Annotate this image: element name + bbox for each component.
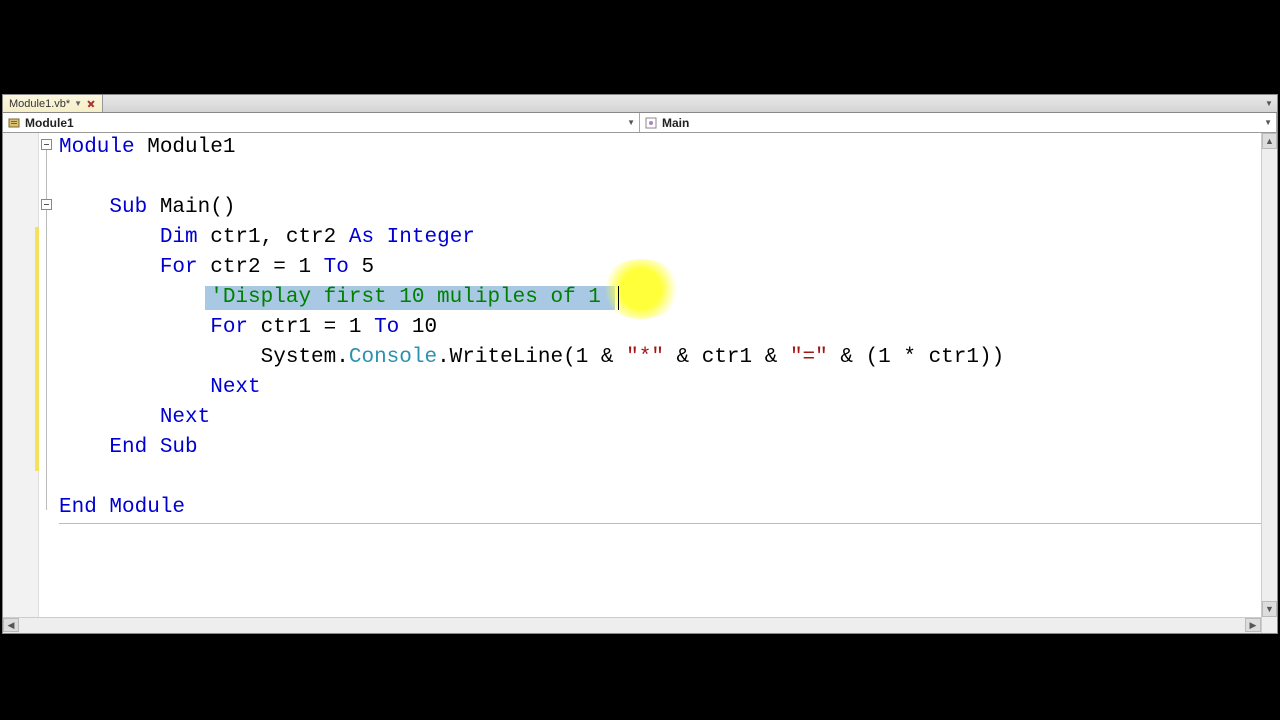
- code-line: System.Console.WriteLine(1 & "*" & ctr1 …: [59, 343, 1277, 373]
- collapse-toggle-icon[interactable]: [41, 139, 52, 150]
- scroll-down-icon[interactable]: ▼: [1262, 601, 1277, 617]
- tabstrip-overflow-icon[interactable]: ▼: [1263, 97, 1275, 109]
- navigation-bar: Module1 ▼ Main ▼: [3, 113, 1277, 133]
- editor-margin: [3, 133, 39, 633]
- member-selector-label: Main: [662, 116, 689, 130]
- code-line: Next: [59, 403, 1277, 433]
- scroll-left-icon[interactable]: ◀: [3, 618, 19, 632]
- file-tab-strip: Module1.vb* ▼ ▼: [3, 95, 1277, 113]
- code-editor[interactable]: Module Module1 Sub Main() Dim ctr1, ctr2…: [3, 133, 1277, 633]
- chevron-down-icon: ▼: [627, 118, 635, 127]
- code-line: [59, 463, 1277, 493]
- scroll-right-icon[interactable]: ▶: [1245, 618, 1261, 632]
- horizontal-scrollbar[interactable]: ◀ ▶: [3, 617, 1261, 633]
- file-tab-module1[interactable]: Module1.vb* ▼: [3, 95, 103, 112]
- collapse-toggle-icon[interactable]: [41, 199, 52, 210]
- code-content[interactable]: Module Module1 Sub Main() Dim ctr1, ctr2…: [55, 133, 1277, 633]
- method-icon: [644, 116, 658, 130]
- class-selector-label: Module1: [25, 116, 74, 130]
- file-tab-label: Module1.vb*: [9, 98, 70, 110]
- code-line: [59, 163, 1277, 193]
- code-line: End Module: [59, 493, 1273, 524]
- code-line: For ctr2 = 1 To 5: [59, 253, 1277, 283]
- code-line: Dim ctr1, ctr2 As Integer: [59, 223, 1277, 253]
- scroll-up-icon[interactable]: ▲: [1262, 133, 1277, 149]
- chevron-down-icon: ▼: [1264, 118, 1272, 127]
- code-line: End Sub: [59, 433, 1277, 463]
- chevron-down-icon[interactable]: ▼: [74, 99, 82, 108]
- close-tab-icon[interactable]: [86, 99, 96, 109]
- outline-guide: [46, 150, 47, 203]
- outline-guide: [46, 210, 47, 510]
- vertical-scrollbar[interactable]: ▲ ▼: [1261, 133, 1277, 633]
- ide-window: Module1.vb* ▼ ▼ Module1 ▼ Main ▼: [2, 94, 1278, 634]
- module-icon: [7, 116, 21, 130]
- code-line: Next: [59, 373, 1277, 403]
- class-selector-dropdown[interactable]: Module1 ▼: [3, 113, 640, 132]
- code-line: Module Module1: [59, 133, 1277, 163]
- code-line: Sub Main(): [59, 193, 1277, 223]
- letterbox-container: Module1.vb* ▼ ▼ Module1 ▼ Main ▼: [0, 0, 1280, 720]
- outlining-margin: [39, 133, 55, 633]
- code-line: 'Display first 10 muliples of 1: [59, 283, 1277, 313]
- code-line: For ctr1 = 1 To 10: [59, 313, 1277, 343]
- text-caret: [618, 286, 619, 310]
- member-selector-dropdown[interactable]: Main ▼: [640, 113, 1277, 132]
